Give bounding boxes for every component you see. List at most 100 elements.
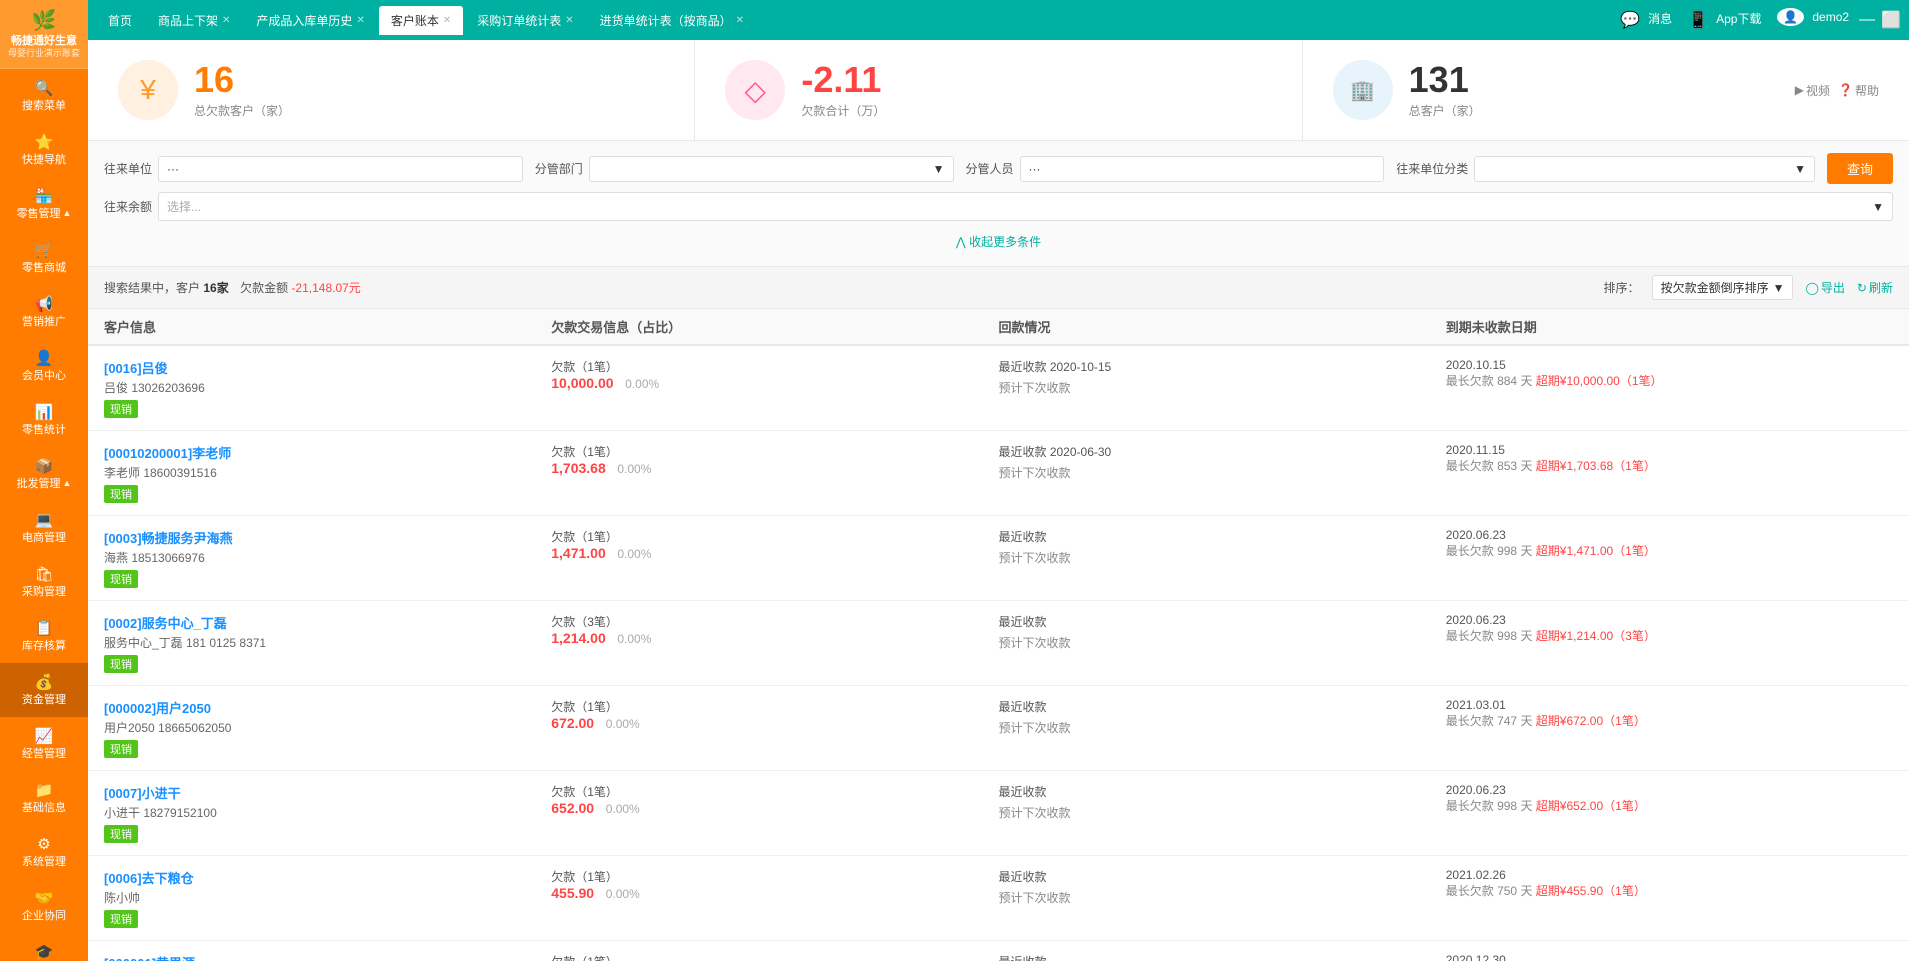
tab-4[interactable]: 采购订单统计表✕ [465,6,585,35]
sidebar-item-新手引导[interactable]: 🎓新手引导 [0,933,88,961]
overdue-link-3[interactable]: 超期¥1,214.00（3笔） [1536,629,1656,643]
table-header: 客户信息 欠款交易信息（占比） 回款情况 到期未收款日期 [88,309,1909,346]
collapse-btn[interactable]: 收起更多条件 [969,235,1041,249]
sidebar-item-经营管理[interactable]: 📈经营管理 [0,717,88,771]
tab-1[interactable]: 商品上下架✕ [146,6,242,35]
result-actions: 排序： 按欠款金额倒序排序 ▼ ◯ 导出 ↻ 刷新 [1604,275,1893,300]
nav-label-6: 零售统计 [4,421,84,437]
export-button[interactable]: ◯ 导出 [1805,279,1844,296]
sidebar-item-库存核算[interactable]: 📋库存核算 [0,609,88,663]
maximize-icon[interactable]: ⬜ [1881,10,1901,30]
refresh-icon: ↻ [1857,281,1867,295]
tab-3[interactable]: 客户账本✕ [379,6,463,35]
next-collect-1: 预计下次收款 [999,464,1446,481]
tab-2[interactable]: 产成品入库单历史✕ [244,6,376,35]
app-icon[interactable]: 📱 [1688,10,1708,30]
sidebar-item-批发管理[interactable]: 📦批发管理▲ [0,447,88,501]
summary-card-total-customers: 🏢 131 总客户（家） ▶ 视频 ❓ 帮助 [1303,40,1909,140]
user-name[interactable]: demo2 [1812,10,1849,30]
sidebar-item-电商管理[interactable]: 💻电商管理 [0,501,88,555]
refresh-button[interactable]: ↻ 刷新 [1857,279,1893,296]
sidebar-item-会员中心[interactable]: 👤会员中心 [0,339,88,393]
dept-select[interactable]: ▼ [589,156,954,182]
user-avatar[interactable]: 👤 [1777,10,1804,30]
video-action-icon[interactable]: ▶ 视频 [1795,82,1830,99]
sidebar-item-零售管理[interactable]: 🏪零售管理▲ [0,177,88,231]
overdue-link-0[interactable]: 超期¥10,000.00（1笔） [1536,374,1663,388]
from-unit-input[interactable]: ··· [158,156,523,182]
balance-select[interactable]: 选择... ▼ [158,192,1893,221]
sidebar-item-搜索菜单[interactable]: 🔍搜索菜单 [0,69,88,123]
customer-name-5[interactable]: [0007]小进干 [104,783,551,802]
app-download-label[interactable]: App下载 [1716,10,1761,30]
debt-percent-2: 0.00% [617,547,651,561]
customer-name-0[interactable]: [0016]吕俊 [104,358,551,377]
overdue-link-1[interactable]: 超期¥1,703.68（1笔） [1536,459,1656,473]
customer-name-2[interactable]: [0003]畅捷服务尹海燕 [104,528,551,547]
sidebar-item-零售统计[interactable]: 📊零售统计 [0,393,88,447]
help-action-icon[interactable]: ❓ 帮助 [1838,82,1879,99]
due-date-1: 2020.11.15 [1446,443,1893,457]
customer-info-7: [000001]黄思源 黄思源 13552700226 现销 [104,953,551,961]
message-icon[interactable]: 💬 [1620,10,1640,30]
tab-5[interactable]: 进货单统计表（按商品）✕ [588,6,756,35]
sidebar-item-基础信息[interactable]: 📁基础信息 [0,771,88,825]
last-collect-4: 最近收款 [999,698,1446,715]
customer-name-1[interactable]: [00010200001]李老师 [104,443,551,462]
due-date-7: 2020.12.30 [1446,953,1893,961]
video-label[interactable]: 视频 [1806,82,1830,99]
sidebar-item-营销推广[interactable]: 📢营销推广 [0,285,88,339]
help-label[interactable]: 帮助 [1855,82,1879,99]
tab-close-1[interactable]: ✕ [222,15,230,26]
tab-close-2[interactable]: ✕ [356,15,364,26]
due-date-6: 2021.02.26 [1446,868,1893,882]
debt-count-3: 欠款（3笔） [551,613,998,630]
sidebar-item-系统管理[interactable]: ⚙系统管理 [0,825,88,879]
minimize-icon[interactable]: — [1859,11,1875,29]
tab-close-3[interactable]: ✕ [443,15,451,26]
nav-label-5: 会员中心 [4,367,84,383]
collapse-btn-row: ⋀ 收起更多条件 [104,229,1893,254]
manager-label: 分管人员 [966,160,1014,177]
tab-close-4[interactable]: ✕ [565,15,573,26]
manager-dots: ··· [1029,162,1041,176]
message-label[interactable]: 消息 [1648,10,1672,30]
refresh-label[interactable]: 刷新 [1869,279,1893,296]
export-label[interactable]: 导出 [1821,279,1845,296]
debt-amount-row-1: 1,703.68 0.00% [551,460,998,476]
unit-class-select[interactable]: ▼ [1474,156,1815,182]
manager-input[interactable]: ··· [1020,156,1385,182]
sort-select[interactable]: 按欠款金额倒序排序 ▼ [1652,275,1794,300]
app-logo: 🌿 畅捷通好生意 母婴行业演示账套 [0,0,88,69]
sidebar-item-快捷导航[interactable]: ⭐快捷导航 [0,123,88,177]
sidebar-item-资金管理[interactable]: 💰资金管理 [0,663,88,717]
customer-name-6[interactable]: [0006]去下粮仓 [104,868,551,887]
customer-name-4[interactable]: [000002]用户2050 [104,698,551,717]
sidebar-item-采购管理[interactable]: 🛍采购管理 [0,555,88,609]
nav-label-12: 经营管理 [4,745,84,761]
content-area: ¥ 16 总欠款客户（家） ◇ -2.11 欠款合计（万） 🏢 131 总客户（… [88,40,1909,961]
customer-phone-4: 用户2050 18665062050 [104,719,551,736]
customer-name-7[interactable]: [000001]黄思源 [104,953,551,961]
customer-info-5: [0007]小进干 小进干 18279152100 现销 [104,783,551,843]
sidebar-item-企业协同[interactable]: 🤝企业协同 [0,879,88,933]
balance-arrow: ▼ [1872,200,1884,214]
table-row: [0016]吕俊 吕俊 13026203696 现销 欠款（1笔） 10,000… [88,346,1909,431]
customer-name-3[interactable]: [0002]服务中心_丁磊 [104,613,551,632]
sidebar-item-零售商城[interactable]: 🛒零售商城 [0,231,88,285]
debt-amount-row-5: 652.00 0.00% [551,800,998,816]
tab-0[interactable]: 首页 [96,6,144,35]
nav-icon-10: 📋 [4,619,84,637]
tab-close-5[interactable]: ✕ [736,15,744,26]
max-days-2: 最长欠款 998 天 [1446,544,1536,558]
overdue-link-5[interactable]: 超期¥652.00（1笔） [1536,799,1646,813]
topbar: 首页商品上下架✕产成品入库单历史✕客户账本✕采购订单统计表✕进货单统计表（按商品… [88,0,1909,40]
debt-count-2: 欠款（1笔） [551,528,998,545]
search-button[interactable]: 查询 [1827,153,1893,184]
overdue-link-2[interactable]: 超期¥1,471.00（1笔） [1536,544,1656,558]
overdue-link-4[interactable]: 超期¥672.00（1笔） [1536,714,1646,728]
help-icon: ❓ [1838,83,1853,97]
customer-info-4: [000002]用户2050 用户2050 18665062050 现销 [104,698,551,758]
filter-area: 往来单位 ··· 分管部门 ▼ 分管人员 ··· [88,141,1909,267]
overdue-link-6[interactable]: 超期¥455.90（1笔） [1536,884,1646,898]
